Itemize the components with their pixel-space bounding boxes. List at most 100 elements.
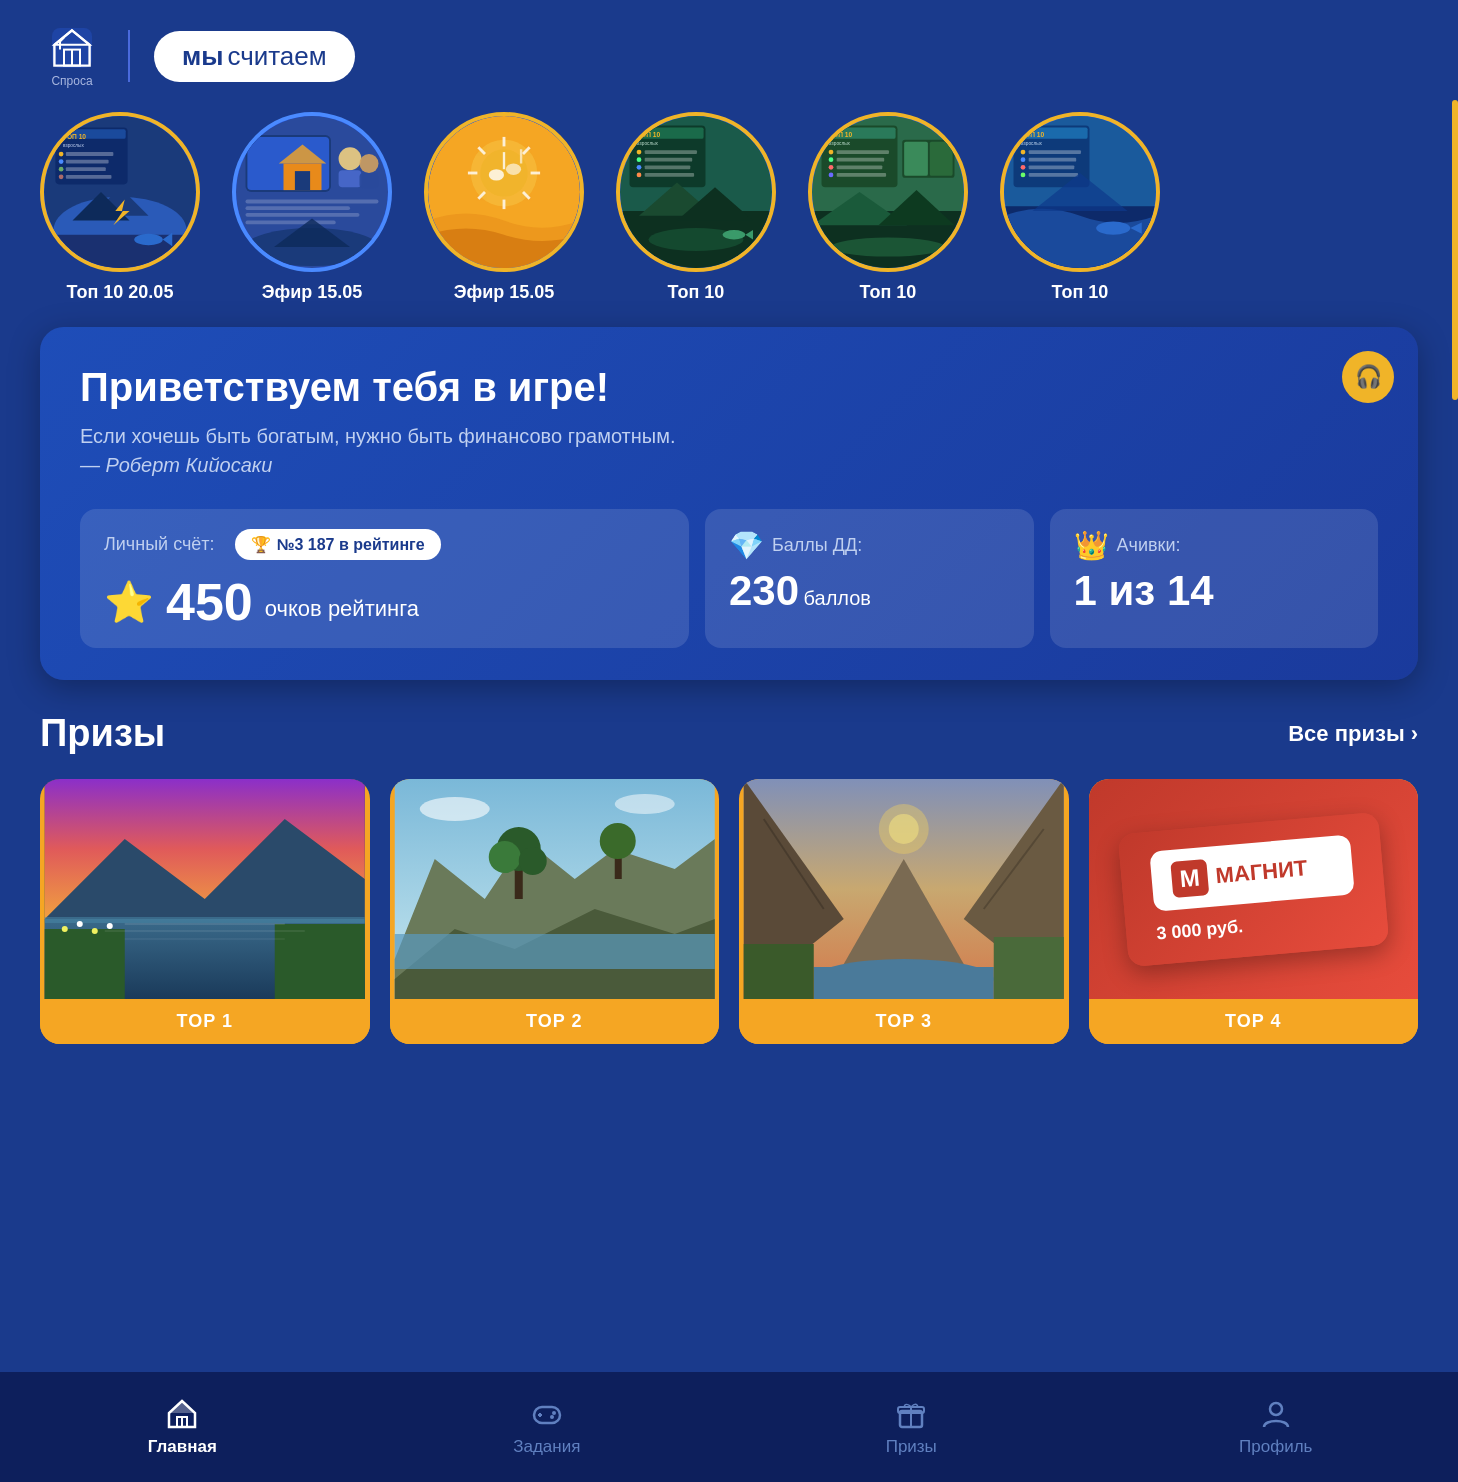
svg-rect-89: [837, 173, 886, 177]
achievements-card: 👑 Ачивки: 1 из 14: [1050, 509, 1379, 648]
headphone-icon: 🎧: [1355, 364, 1382, 390]
prize-card-4[interactable]: М МАГНИТ 3 000 руб. TOP 4: [1089, 779, 1419, 1044]
story-circle-3: [424, 112, 584, 272]
dd-score-card: 💎 Баллы ДД: 230 баллов: [705, 509, 1034, 648]
story-item-2[interactable]: Эфир 15.05: [232, 112, 392, 303]
logo-my-text: мы: [182, 41, 223, 72]
svg-rect-156: [534, 1407, 560, 1423]
story-circle-5: ТОП 10 взрослых: [808, 112, 968, 272]
story-label-3: Эфир 15.05: [454, 282, 555, 303]
story-item-4[interactable]: ТОП 10 взрослых: [616, 112, 776, 303]
svg-point-69: [637, 173, 642, 178]
logo-schitaem-text: считаем: [227, 41, 326, 72]
stories-section: ТОП 10 взрослых: [0, 104, 1458, 327]
svg-point-55: [506, 164, 521, 175]
svg-rect-151: [994, 937, 1064, 999]
prize-rank-2: TOP 2: [390, 999, 720, 1044]
svg-rect-131: [394, 934, 714, 969]
svg-point-25: [134, 234, 163, 245]
nav-item-profile[interactable]: Профиль: [1094, 1372, 1459, 1482]
rank-text: №3 187 в рейтинге: [277, 536, 425, 554]
svg-rect-103: [1029, 150, 1081, 154]
svg-rect-85: [837, 158, 885, 162]
svg-point-102: [1021, 150, 1026, 155]
stats-row: Личный счёт: 🏆 №3 187 в рейтинге ⭐ 450 о…: [80, 509, 1378, 648]
svg-point-137: [599, 823, 635, 859]
all-prizes-link[interactable]: Все призы ›: [1288, 721, 1418, 747]
scroll-indicator: [1452, 100, 1458, 400]
prize-magnit-card: М МАГНИТ 3 000 руб.: [1089, 779, 1419, 999]
story-item-3[interactable]: Эфир 15.05: [424, 112, 584, 303]
all-prizes-text: Все призы: [1288, 721, 1404, 747]
svg-point-147: [889, 814, 919, 844]
svg-rect-92: [930, 142, 953, 176]
story-circle-4: ТОП 10 взрослых: [616, 112, 776, 272]
story-item-1[interactable]: ТОП 10 взрослых: [40, 112, 200, 303]
svg-point-139: [614, 794, 674, 814]
prize-card-3[interactable]: TOP 3: [739, 779, 1069, 1044]
svg-rect-105: [1029, 158, 1077, 162]
svg-point-96: [831, 238, 945, 257]
crown-icon: 👑: [1074, 529, 1109, 562]
svg-text:ТОП 10: ТОП 10: [829, 131, 852, 138]
svg-rect-118: [45, 917, 365, 923]
svg-rect-37: [246, 200, 379, 204]
prize-card-2[interactable]: TOP 2: [390, 779, 720, 1044]
profile-icon: [1259, 1397, 1293, 1431]
svg-point-135: [518, 847, 546, 875]
header: Спроса мы считаем: [0, 0, 1458, 104]
story-item-5[interactable]: ТОП 10 взрослых: [808, 112, 968, 303]
score-unit: очков рейтинга: [265, 596, 419, 622]
magnit-m-icon: М: [1170, 858, 1209, 897]
star-icon: ⭐: [104, 579, 154, 626]
svg-rect-70: [645, 173, 694, 177]
svg-rect-17: [66, 167, 106, 171]
story-label-6: Топ 10: [1052, 282, 1109, 303]
svg-point-86: [829, 165, 834, 170]
svg-point-124: [107, 923, 113, 929]
rank-badge[interactable]: 🏆 №3 187 в рейтинге: [235, 529, 441, 560]
svg-marker-155: [169, 1401, 195, 1413]
prizes-section: Призы Все призы ›: [0, 712, 1458, 1068]
prize-card-1[interactable]: TOP 1: [40, 779, 370, 1044]
nav-item-prizes[interactable]: Призы: [729, 1372, 1094, 1482]
svg-point-160: [550, 1415, 554, 1419]
nav-label-profile: Профиль: [1239, 1437, 1312, 1457]
welcome-quote: Если хочешь быть богатым, нужно быть фин…: [80, 425, 1378, 448]
svg-text:ТОП 10: ТОП 10: [1021, 131, 1044, 138]
nav-label-home: Главная: [148, 1437, 217, 1457]
personal-score-label: Личный счёт:: [104, 534, 215, 555]
logo-house-icon: Спроса: [40, 24, 104, 88]
story-item-6[interactable]: ТОП 10 взрослых: [1000, 112, 1160, 303]
svg-point-123: [92, 928, 98, 934]
svg-text:взрослых: взрослых: [1021, 141, 1042, 146]
prize-rank-4: TOP 4: [1089, 999, 1419, 1044]
header-logo-badge: мы считаем: [154, 31, 355, 82]
nav-item-home[interactable]: Главная: [0, 1372, 365, 1482]
svg-point-159: [552, 1411, 556, 1415]
svg-rect-36: [360, 173, 379, 188]
svg-point-121: [62, 926, 68, 932]
welcome-title: Приветствуем тебя в игре!: [80, 363, 1378, 411]
svg-rect-150: [744, 944, 814, 999]
svg-text:ТОП 10: ТОП 10: [63, 133, 86, 140]
prizes-header: Призы Все призы ›: [40, 712, 1418, 755]
svg-rect-15: [66, 160, 109, 164]
svg-point-33: [339, 147, 362, 170]
svg-rect-66: [645, 158, 693, 162]
prize-image-1: [40, 779, 370, 999]
achievements-value: 1 из 14: [1074, 567, 1214, 614]
nav-item-tasks[interactable]: Задания: [365, 1372, 730, 1482]
header-subtitle: Спроса: [51, 74, 92, 88]
svg-rect-13: [66, 152, 114, 156]
svg-rect-32: [295, 171, 310, 190]
story-circle-6: ТОП 10 взрослых: [1000, 112, 1160, 272]
svg-point-35: [360, 154, 379, 173]
svg-rect-40: [246, 221, 336, 225]
svg-point-84: [829, 157, 834, 162]
headphone-button[interactable]: 🎧: [1342, 351, 1394, 403]
svg-point-65: [637, 157, 642, 162]
svg-rect-83: [837, 150, 889, 154]
prize-rank-1: TOP 1: [40, 999, 370, 1044]
gift-icon: [894, 1397, 928, 1431]
